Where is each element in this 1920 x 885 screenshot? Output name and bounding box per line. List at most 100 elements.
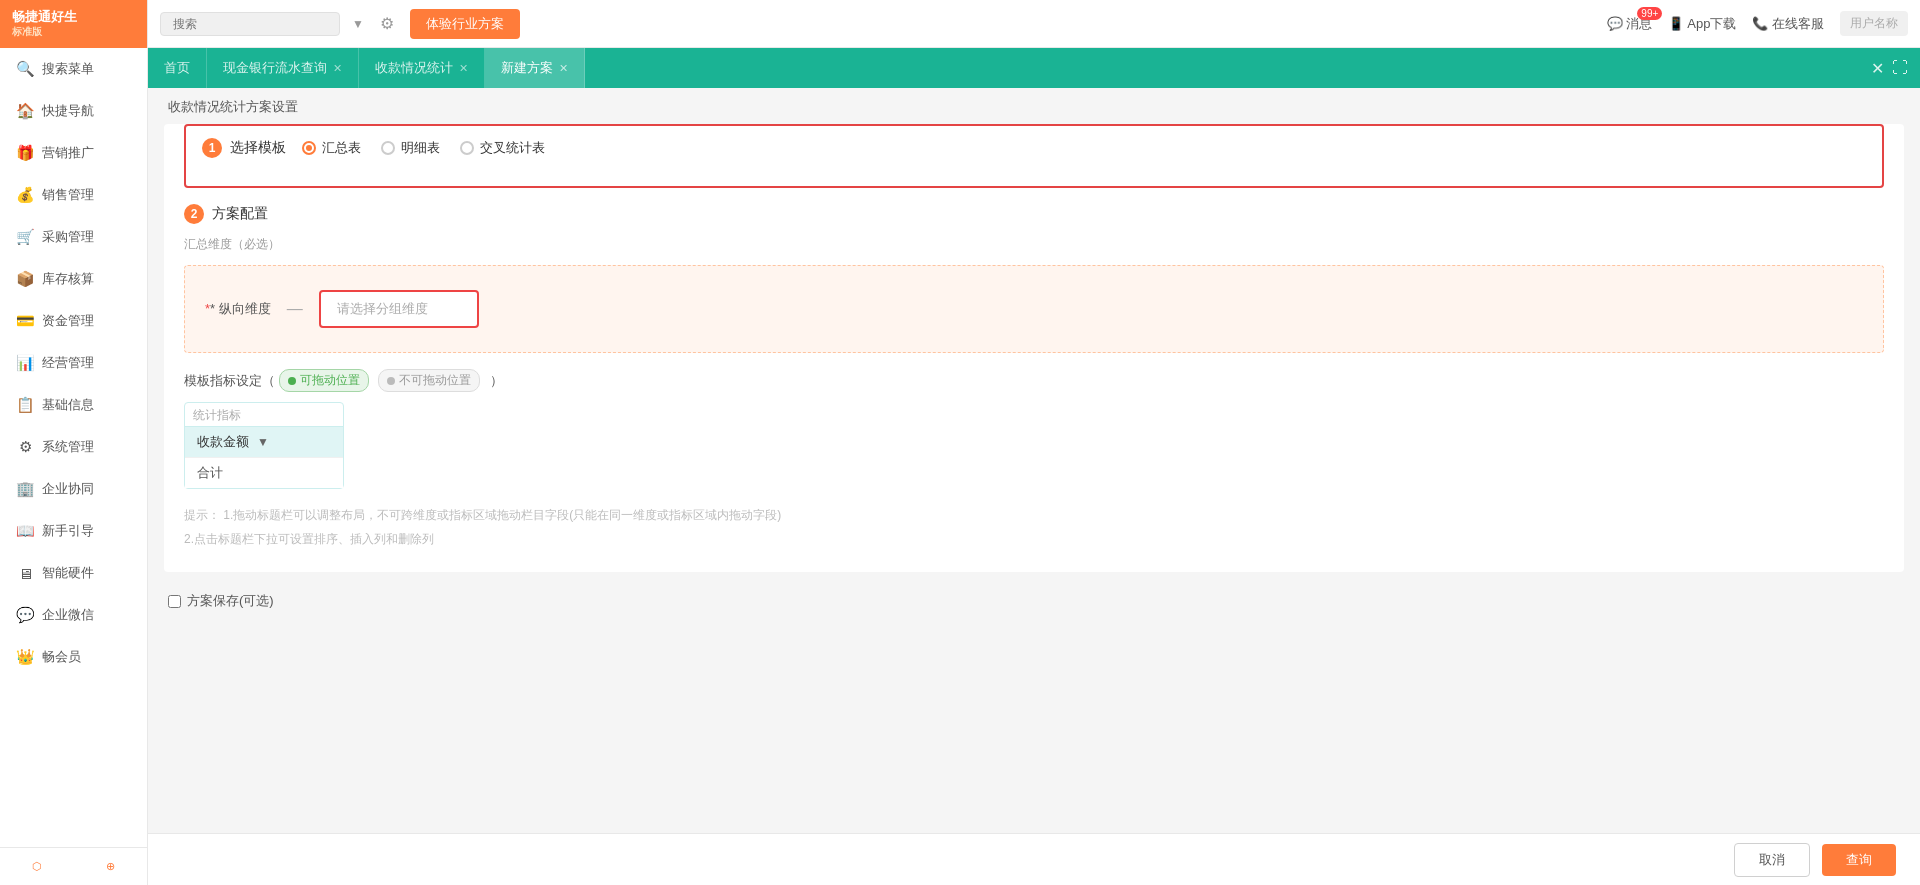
logo-text: 畅捷通好生 (12, 9, 77, 25)
tab-bank-flow[interactable]: 现金银行流水查询 ✕ (207, 48, 359, 88)
tabbar: 首页 现金银行流水查询 ✕ 收款情况统计 ✕ 新建方案 ✕ ✕ ⛶ (148, 48, 1920, 88)
monitor-icon: 🖥 (16, 565, 34, 582)
query-button[interactable]: 查询 (1822, 844, 1896, 876)
tab-bank-flow-close[interactable]: ✕ (333, 62, 342, 75)
tab-new-plan-close[interactable]: ✕ (559, 62, 568, 75)
sidebar-item-marketing[interactable]: 🎁 营销推广 (0, 132, 147, 174)
sidebar-item-label: 智能硬件 (42, 564, 94, 582)
user-avatar[interactable]: 用户名称 (1840, 11, 1908, 36)
download-icon[interactable]: 📱 App下载 (1668, 15, 1736, 33)
step2-badge: 2 (184, 204, 204, 224)
sidebar-item-member[interactable]: 👑 畅会员 (0, 636, 147, 678)
sidebar-item-system[interactable]: ⚙ 系统管理 (0, 426, 147, 468)
sidebar-item-wechat[interactable]: 💬 企业微信 (0, 594, 147, 636)
radio-cross-circle (460, 141, 474, 155)
clipboard-icon: 📋 (16, 396, 34, 414)
chart-icon: 📊 (16, 354, 34, 372)
step1-badge: 1 (202, 138, 222, 158)
sidebar-bottom: ⬡ ⊕ (0, 847, 147, 885)
tab-collection-stats-close[interactable]: ✕ (459, 62, 468, 75)
gear-icon: ⚙ (16, 438, 34, 456)
stats-table: 统计指标 收款金额 ▼ 合计 (184, 402, 344, 489)
stats-header-dropdown-icon[interactable]: ▼ (257, 435, 269, 449)
sidebar-item-label: 基础信息 (42, 396, 94, 414)
action-bar: 取消 查询 (148, 833, 1920, 885)
crown-icon: 👑 (16, 648, 34, 666)
sidebar-item-label: 企业协同 (42, 480, 94, 498)
industry-button[interactable]: 体验行业方案 (410, 9, 520, 39)
save-option[interactable]: 方案保存(可选) (168, 592, 274, 610)
sidebar: 畅捷通好生 标准版 🔍 搜索菜单 🏠 快捷导航 🎁 营销推广 💰 销售管理 🛒 … (0, 0, 148, 885)
tab-collection-stats-label: 收款情况统计 (375, 59, 453, 77)
notification-badge: 99+ (1637, 7, 1662, 20)
sidebar-item-purchase[interactable]: 🛒 采购管理 (0, 216, 147, 258)
sidebar-item-search-menu[interactable]: 🔍 搜索菜单 (0, 48, 147, 90)
box-icon: 📦 (16, 270, 34, 288)
sidebar-item-label: 经营管理 (42, 354, 94, 372)
sidebar-item-label: 营销推广 (42, 144, 94, 162)
sidebar-item-guide[interactable]: 📖 新手引导 (0, 510, 147, 552)
close-window-icon[interactable]: ✕ (1871, 59, 1884, 78)
sidebar-item-label: 企业微信 (42, 606, 94, 624)
sidebar-bottom-btn2[interactable]: ⊕ (102, 856, 119, 877)
sidebar-item-hardware[interactable]: 🖥 智能硬件 (0, 552, 147, 594)
fixed-badge: 不可拖动位置 (378, 369, 480, 392)
sidebar-item-label: 采购管理 (42, 228, 94, 246)
radio-summary[interactable]: 汇总表 (302, 139, 361, 157)
sidebar-item-label: 搜索菜单 (42, 60, 94, 78)
page-wrap: 收款情况统计方案设置 1 选择模板 汇总表 (148, 88, 1920, 833)
topbar-right: 💬 消息 99+ 📱 App下载 📞 在线客服 用户名称 (1607, 11, 1908, 36)
tab-collection-stats[interactable]: 收款情况统计 ✕ (359, 48, 485, 88)
sidebar-item-sales[interactable]: 💰 销售管理 (0, 174, 147, 216)
chevron-down-icon[interactable]: ▼ (352, 17, 364, 31)
gift-icon: 🎁 (16, 144, 34, 162)
tab-bank-flow-label: 现金银行流水查询 (223, 59, 327, 77)
building-icon: 🏢 (16, 480, 34, 498)
notification-icon[interactable]: 💬 消息 99+ (1607, 15, 1653, 33)
tip-item-1: 提示： 1.拖动标题栏可以调整布局，不可跨维度或指标区域拖动栏目字段(只能在同一… (184, 505, 1884, 527)
movable-badge: 可拖动位置 (279, 369, 369, 392)
chat-icon: 💬 (16, 606, 34, 624)
sidebar-item-cooperation[interactable]: 🏢 企业协同 (0, 468, 147, 510)
gear-settings-icon[interactable]: ⚙ (380, 14, 394, 33)
card-icon: 💳 (16, 312, 34, 330)
money-icon: 💰 (16, 186, 34, 204)
sidebar-item-label: 资金管理 (42, 312, 94, 330)
metrics-config: 模板指标设定（ 可拖动位置 不可拖动位置 ） (184, 369, 1884, 489)
tabbar-right: ✕ ⛶ (1871, 59, 1920, 78)
maximize-icon[interactable]: ⛶ (1892, 59, 1908, 77)
section-card: 1 选择模板 汇总表 明细表 (164, 124, 1904, 572)
sidebar-item-operations[interactable]: 📊 经营管理 (0, 342, 147, 384)
sidebar-item-label: 新手引导 (42, 522, 94, 540)
radio-summary-circle (302, 141, 316, 155)
sidebar-item-label: 快捷导航 (42, 102, 94, 120)
sidebar-item-label: 销售管理 (42, 186, 94, 204)
sidebar-item-inventory[interactable]: 📦 库存核算 (0, 258, 147, 300)
search-input[interactable] (160, 12, 340, 36)
tab-home[interactable]: 首页 (148, 48, 207, 88)
sidebar-item-finance[interactable]: 💳 资金管理 (0, 300, 147, 342)
sidebar-item-quick-nav[interactable]: 🏠 快捷导航 (0, 90, 147, 132)
logo: 畅捷通好生 标准版 (0, 0, 147, 48)
edition-label: 标准版 (12, 25, 77, 39)
metrics-config-label: 模板指标设定（ 可拖动位置 不可拖动位置 ） (184, 369, 1884, 392)
dimension-title: 汇总维度（必选） (184, 236, 1884, 253)
step1-label: 选择模板 (230, 139, 286, 157)
dimension-select[interactable]: 请选择分组维度 (319, 290, 479, 328)
save-checkbox-input[interactable] (168, 595, 181, 608)
radio-cross[interactable]: 交叉统计表 (460, 139, 545, 157)
page-footer: 方案保存(可选) (148, 580, 1920, 622)
tab-new-plan[interactable]: 新建方案 ✕ (485, 48, 585, 88)
radio-detail[interactable]: 明细表 (381, 139, 440, 157)
green-dot (288, 377, 296, 385)
sidebar-item-label: 库存核算 (42, 270, 94, 288)
cancel-button[interactable]: 取消 (1734, 843, 1810, 877)
sidebar-item-basic-info[interactable]: 📋 基础信息 (0, 384, 147, 426)
arrow-icon: — (287, 300, 303, 318)
step1-row: 1 选择模板 汇总表 明细表 (202, 138, 1866, 158)
step2-row: 2 方案配置 (184, 204, 1884, 224)
home-icon: 🏠 (16, 102, 34, 120)
service-icon[interactable]: 📞 在线客服 (1752, 15, 1824, 33)
vertical-dimension-label: ** 纵向维度 (205, 300, 271, 318)
sidebar-bottom-btn1[interactable]: ⬡ (28, 856, 46, 877)
